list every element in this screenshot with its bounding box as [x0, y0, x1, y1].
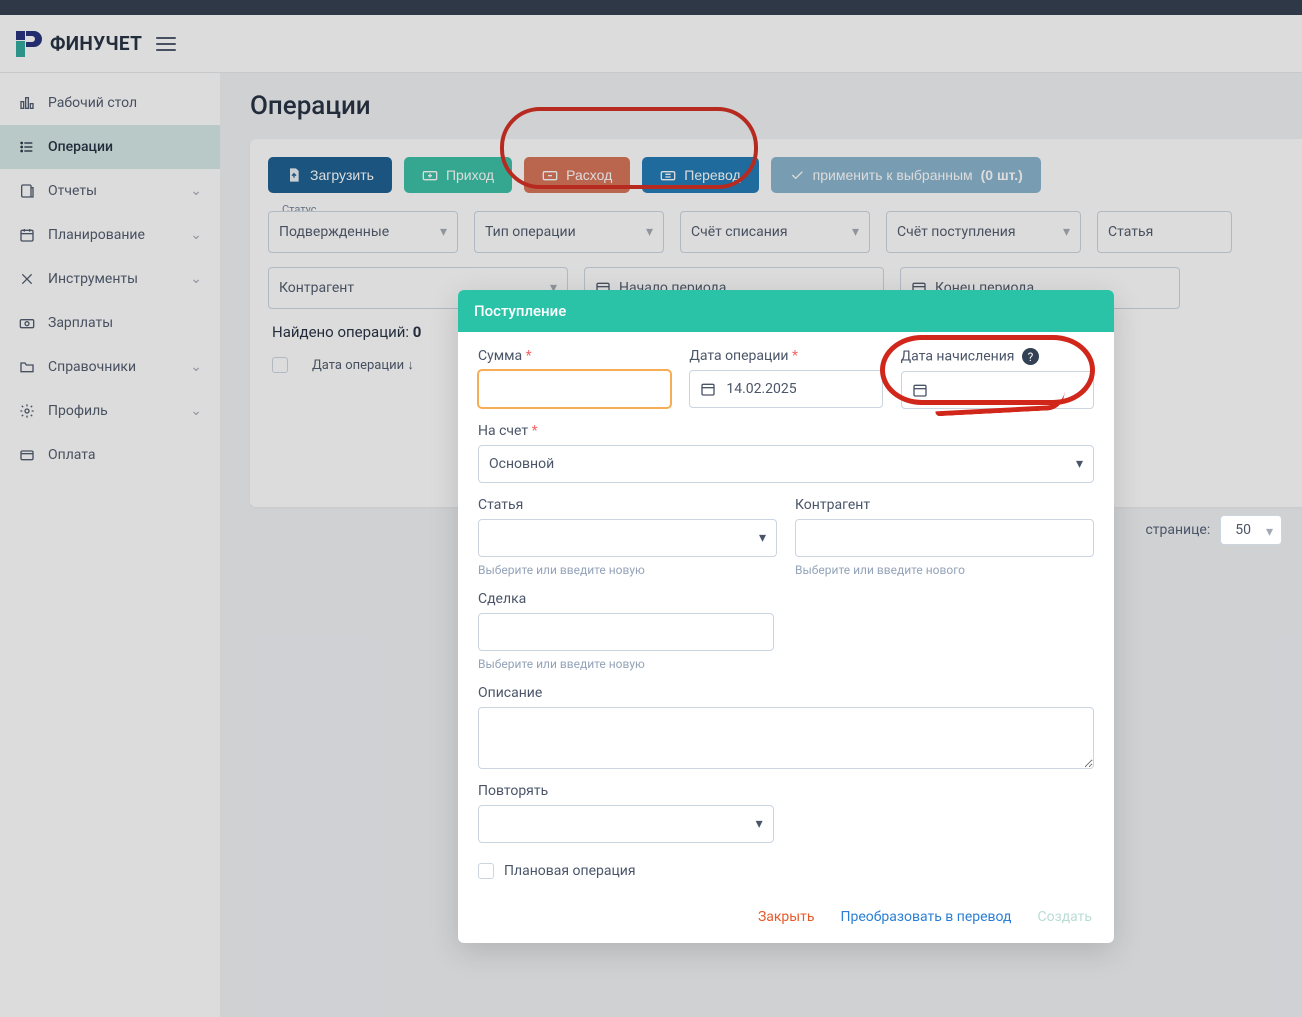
planned-checkbox[interactable] — [478, 863, 494, 879]
planned-checkbox-row[interactable]: Плановая операция — [478, 863, 1094, 879]
article-hint: Выберите или введите новую — [478, 563, 777, 577]
create-button[interactable]: Создать — [1038, 909, 1093, 925]
select-value: Основной — [489, 456, 554, 472]
article-label: Статья — [478, 497, 777, 513]
help-icon[interactable]: ? — [1022, 348, 1039, 365]
caret-down-icon: ▾ — [1266, 524, 1273, 540]
counterparty-input[interactable] — [795, 519, 1094, 557]
op-date-input[interactable]: 14.02.2025 — [689, 370, 882, 408]
to-account-select[interactable]: Основной ▾ — [478, 445, 1094, 483]
sum-input[interactable] — [478, 370, 671, 408]
accrual-date-input[interactable] — [901, 371, 1094, 409]
per-page-value: 50 — [1235, 522, 1251, 538]
calendar-icon — [912, 382, 928, 398]
desc-textarea[interactable] — [478, 707, 1094, 769]
caret-down-icon: ▾ — [756, 816, 763, 832]
transform-button[interactable]: Преобразовать в перевод — [841, 909, 1012, 925]
article-select-modal[interactable]: ▾ — [478, 519, 777, 557]
op-date-label: Дата операции * — [689, 348, 882, 364]
accrual-date-label: Дата начисления ? — [901, 348, 1094, 365]
date-value: 14.02.2025 — [726, 381, 796, 397]
repeat-label: Повторять — [478, 783, 774, 799]
to-account-label: На счет * — [478, 423, 1094, 439]
caret-down-icon: ▾ — [1076, 456, 1083, 472]
counterparty-hint: Выберите или введите нового — [795, 563, 1094, 577]
per-page-select[interactable]: 50 ▾ — [1220, 515, 1282, 545]
sum-label: Сумма * — [478, 348, 671, 364]
per-page-label: странице: — [1145, 522, 1210, 538]
deal-hint: Выберите или введите новую — [478, 657, 774, 671]
desc-label: Описание — [478, 685, 1094, 701]
planned-label: Плановая операция — [504, 863, 636, 879]
close-button[interactable]: Закрыть — [758, 909, 815, 925]
calendar-icon — [700, 381, 716, 397]
per-page: странице: 50 ▾ — [1145, 515, 1282, 545]
modal-title: Поступление — [458, 290, 1114, 332]
modal-footer: Закрыть Преобразовать в перевод Создать — [458, 895, 1114, 943]
deal-label: Сделка — [478, 591, 774, 607]
counterparty-label: Контрагент — [795, 497, 1094, 513]
deal-input[interactable] — [478, 613, 774, 651]
caret-down-icon: ▾ — [759, 530, 766, 546]
income-modal: Поступление Сумма * Дата операции * 14.0… — [458, 290, 1114, 943]
repeat-select[interactable]: ▾ — [478, 805, 774, 843]
